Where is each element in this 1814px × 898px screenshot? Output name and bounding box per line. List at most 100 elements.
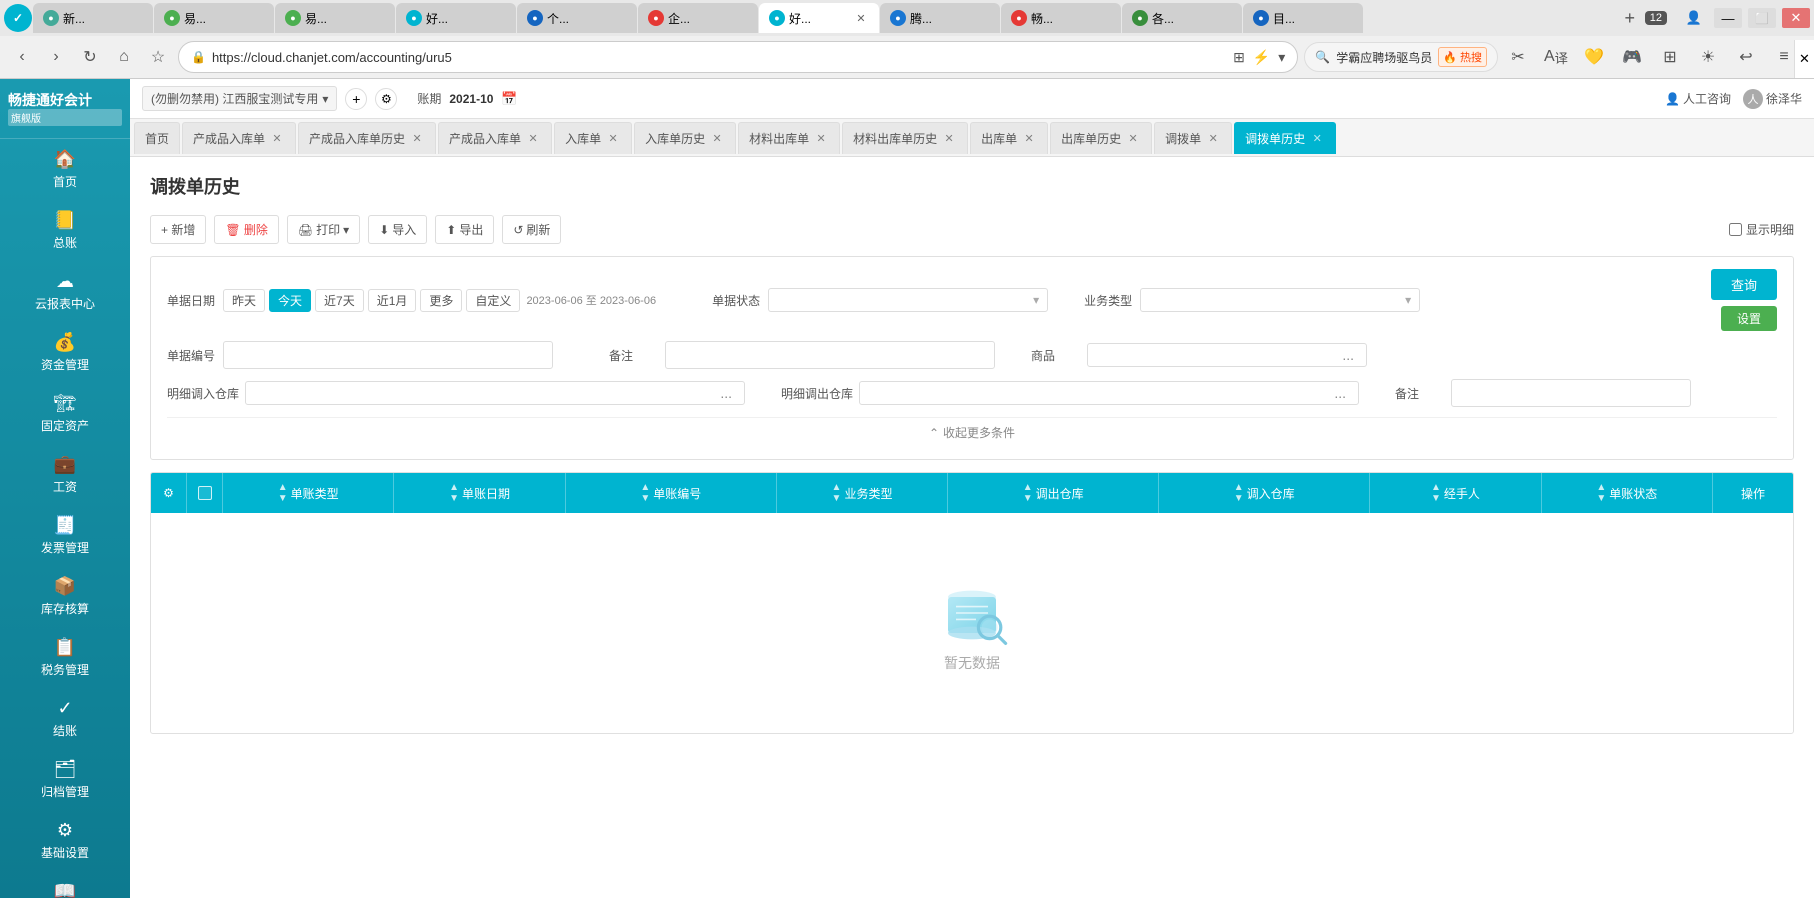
sidebar-item-reports[interactable]: ☁ 云报表中心 [0,261,130,322]
th-handler[interactable]: ▲▼ 经手人 [1370,473,1541,513]
th-number[interactable]: ▲▼ 单账编号 [566,473,777,513]
browser-tab-2[interactable]: ● 易... [154,3,274,33]
page-tab-10[interactable]: 调拨单 ✕ [1154,122,1232,154]
filter-detail-out-dots[interactable]: ... [1330,385,1350,401]
filter-settings-button[interactable]: 设置 [1721,306,1777,331]
browser-tab-3[interactable]: ● 易... [275,3,395,33]
browser-tab-7[interactable]: ● 好... ✕ [759,3,879,33]
page-tab-close-2[interactable]: ✕ [409,130,425,146]
scissors-icon[interactable]: ✂ [1504,43,1532,71]
page-tab-close-10[interactable]: ✕ [1205,130,1221,146]
game-icon[interactable]: 🎮 [1618,43,1646,71]
filter-detail-remark-input[interactable] [1451,379,1691,407]
page-tab-7[interactable]: 材料出库单历史 ✕ [842,122,968,154]
bookmark-button[interactable]: ☆ [144,43,172,71]
page-tab-1[interactable]: 产成品入库单 ✕ [182,122,296,154]
page-tab-5[interactable]: 入库单历史 ✕ [634,122,736,154]
import-button[interactable]: ⬇ 导入 [368,215,427,244]
page-tab-close-6[interactable]: ✕ [813,130,829,146]
undo-icon[interactable]: ↩ [1732,43,1760,71]
th-type[interactable]: ▲▼ 单账类型 [223,473,394,513]
filter-detail-in-dots[interactable]: ... [716,385,736,401]
new-tab-button[interactable]: + [1616,4,1644,32]
export-button[interactable]: ⬆ 导出 [435,215,494,244]
filter-goods-input[interactable]: ... [1087,343,1367,367]
page-tab-4[interactable]: 入库单 ✕ [554,122,632,154]
browser-tab-1[interactable]: ● 新... [33,3,153,33]
browser-tab-10[interactable]: ● 各... [1122,3,1242,33]
th-biz-type[interactable]: ▲▼ 业务类型 [777,473,948,513]
sidebar-item-guide[interactable]: 📖 新手引导 [0,871,130,898]
dropdown-arrow[interactable]: ▾ [1278,49,1285,66]
delete-button[interactable]: 🗑 删除 [214,215,279,244]
sidebar-item-settlement[interactable]: ✓ 结账 [0,688,130,749]
browser-tab-9[interactable]: ● 畅... [1001,3,1121,33]
sidebar-item-archive[interactable]: 🗂 归档管理 [0,749,130,810]
close-button[interactable]: ✕ [1782,8,1810,28]
page-tab-0[interactable]: 首页 [134,122,180,154]
table-select-all-checkbox[interactable] [198,486,212,500]
sidebar-item-ledger[interactable]: 📒 总账 [0,200,130,261]
th-settings[interactable]: ⚙ [151,473,187,513]
refresh-button[interactable]: ↻ [76,43,104,71]
query-button[interactable]: 查询 [1711,269,1777,300]
sidebar-item-funds[interactable]: 💰 资金管理 [0,322,130,383]
page-tab-close-7[interactable]: ✕ [941,130,957,146]
page-tab-3[interactable]: 产成品入库单 ✕ [438,122,552,154]
support-button[interactable]: 👤 人工咨询 [1665,90,1731,107]
extension-icon-2[interactable]: ⚡ [1253,49,1270,66]
calendar-icon[interactable]: 📅 [501,91,517,107]
page-tab-close-8[interactable]: ✕ [1021,130,1037,146]
search-box[interactable]: 🔍 学霸应聘场驱鸟员 🔥 热搜 [1304,42,1498,72]
address-box[interactable]: 🔒 https://cloud.chanjet.com/accounting/u… [178,41,1298,73]
minimize-button[interactable]: — [1714,8,1742,28]
sidebar-item-inventory[interactable]: 📦 库存核算 [0,566,130,627]
filter-number-input[interactable] [223,341,553,369]
th-out-warehouse[interactable]: ▲▼ 调出仓库 [948,473,1159,513]
add-company-button[interactable]: + [345,88,367,110]
browser-tab-11[interactable]: ● 目... [1243,3,1363,33]
wallet-icon[interactable]: 💛 [1580,43,1608,71]
th-in-warehouse[interactable]: ▲▼ 调入仓库 [1159,473,1370,513]
sun-icon[interactable]: ☀ [1694,43,1722,71]
browser-tab-4[interactable]: ● 好... [396,3,516,33]
browser-tab-8[interactable]: ● 腾... [880,3,1000,33]
th-checkbox[interactable] [187,473,223,513]
sidebar-item-invoice[interactable]: 🧾 发票管理 [0,505,130,566]
sidebar-item-settings[interactable]: ⚙ 基础设置 [0,810,130,871]
sidebar-item-fixed_assets[interactable]: 🏗 固定资产 [0,383,130,444]
print-button[interactable]: 🖨 🖨 打印 打印 ▾ [287,215,360,244]
display-toggle-checkbox[interactable] [1729,223,1742,236]
display-toggle[interactable]: 显示明细 [1729,221,1794,238]
profile-icon[interactable]: 👤 [1680,4,1708,32]
company-selector[interactable]: (勿删勿禁用) 江西服宝测试专用 ▾ [142,86,337,111]
page-tab-9[interactable]: 出库单历史 ✕ [1050,122,1152,154]
tab-close-7[interactable]: ✕ [853,10,869,26]
filter-remark-input[interactable] [665,341,995,369]
th-status[interactable]: ▲▼ 单账状态 [1542,473,1713,513]
browser-tab-6[interactable]: ● 企... [638,3,758,33]
page-tab-close-11[interactable]: ✕ [1309,130,1325,146]
th-date[interactable]: ▲▼ 单账日期 [394,473,565,513]
browser-tab-5[interactable]: ● 个... [517,3,637,33]
date-today-btn[interactable]: 今天 [269,289,311,312]
date-yesterday-btn[interactable]: 昨天 [223,289,265,312]
date-more-btn[interactable]: 更多 [420,289,462,312]
maximize-button[interactable]: ⬜ [1748,8,1776,28]
date-custom-btn[interactable]: 自定义 [466,289,520,312]
page-tab-close-4[interactable]: ✕ [605,130,621,146]
page-tab-close-3[interactable]: ✕ [525,130,541,146]
date-7days-btn[interactable]: 近7天 [315,289,364,312]
sidebar-item-home[interactable]: 🏠 首页 [0,139,130,200]
page-tab-6[interactable]: 材料出库单 ✕ [738,122,840,154]
user-button[interactable]: 人 徐泽华 [1743,89,1802,109]
collapse-bar[interactable]: ⌃ 收起更多条件 [167,417,1777,447]
page-tab-close-1[interactable]: ✕ [269,130,285,146]
settings-cog-button[interactable]: ⚙ [375,88,397,110]
filter-detail-out-input[interactable]: ... [859,381,1359,405]
page-tab-2[interactable]: 产成品入库单历史 ✕ [298,122,436,154]
filter-detail-in-input[interactable]: ... [245,381,745,405]
page-tab-8[interactable]: 出库单 ✕ [970,122,1048,154]
grid-icon[interactable]: ⊞ [1656,43,1684,71]
translate-icon[interactable]: A译 [1542,43,1570,71]
